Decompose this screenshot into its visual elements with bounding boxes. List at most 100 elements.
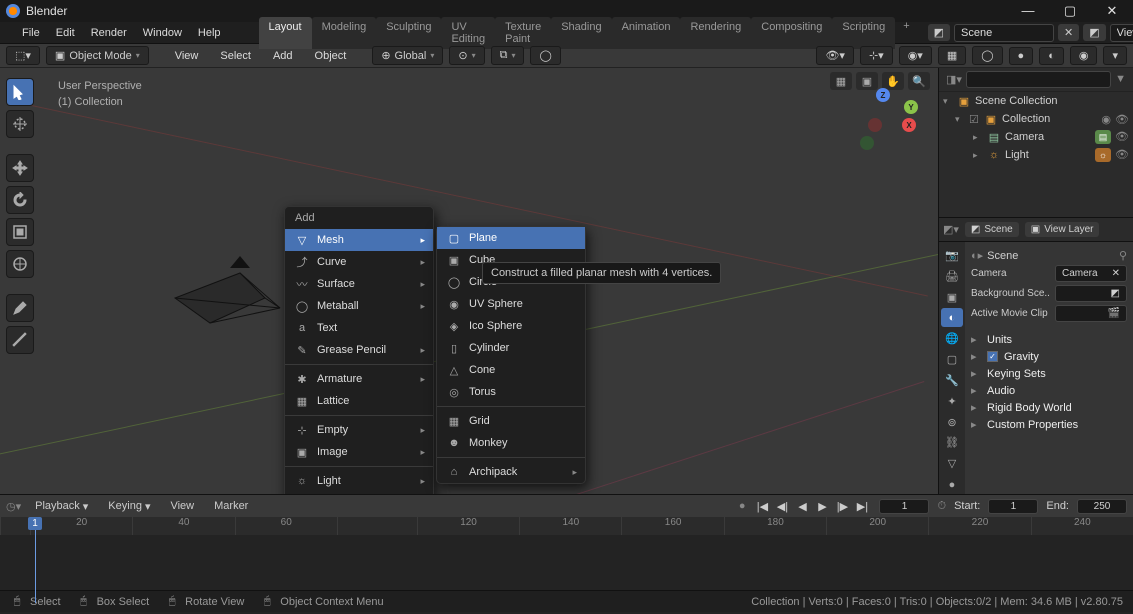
camera-data-icon[interactable]: ▤ [1095,130,1111,144]
tab-compositing[interactable]: Compositing [751,17,832,49]
add-menu-item-light[interactable]: ☼Light [285,470,433,492]
section-keying-sets[interactable]: ▸Keying Sets [971,365,1127,382]
mesh-menu-item-ico-sphere[interactable]: ◈Ico Sphere [437,315,585,337]
tab-particles-icon[interactable]: ✦ [941,392,963,411]
outliner-item-light[interactable]: ▸ ☼ Light ☼👁 [939,146,1133,164]
axis-z[interactable]: Z [876,88,890,102]
axis-neg-y[interactable] [860,136,874,150]
keying-menu[interactable]: Keying ▾ [102,498,156,515]
snap-dropdown[interactable]: ⧉ [491,46,525,65]
playback-menu[interactable]: Playback ▾ [29,498,94,515]
add-menu-item-text[interactable]: aText [285,317,433,339]
tab-uv-editing[interactable]: UV Editing [441,17,495,49]
camera-view-icon[interactable]: ▦ [830,72,852,90]
play-icon[interactable]: ▶ [813,498,831,514]
shading-wireframe-icon[interactable]: ◯ [972,46,1002,65]
tab-texture-paint[interactable]: Texture Paint [495,17,551,49]
menu-window[interactable]: Window [135,24,190,42]
tab-modifiers-icon[interactable]: 🔧 [941,371,963,390]
camera-object[interactable] [170,268,290,351]
rotate-tool[interactable] [6,186,34,214]
xray-icon[interactable]: ▦ [938,46,966,65]
orientation-dropdown[interactable]: ⊕ Global [372,46,443,65]
tab-object-icon[interactable]: ▢ [941,350,963,369]
tab-data-icon[interactable]: ▽ [941,454,963,473]
mesh-menu-item-plane[interactable]: ▢Plane [437,227,585,249]
add-menu-item-lattice[interactable]: ▦Lattice [285,390,433,412]
tab-physics-icon[interactable]: ⊚ [941,413,963,432]
timeline-view-menu[interactable]: View [164,498,200,514]
keyframe-next-icon[interactable]: |▶ [833,498,851,514]
shading-matpreview-icon[interactable]: ◐ [1039,47,1064,65]
timeline-type-icon[interactable]: ◷▾ [6,500,21,513]
add-menu-item-surface[interactable]: 〰Surface [285,273,433,295]
close-button[interactable]: ✕ [1097,3,1127,19]
autokey-icon[interactable]: ● [739,500,746,512]
add-menu-item-metaball[interactable]: ◯Metaball [285,295,433,317]
add-menu-item-armature[interactable]: ✱Armature [285,368,433,390]
marker-menu[interactable]: Marker [208,498,254,514]
tab-shading[interactable]: Shading [551,17,611,49]
timeline-track[interactable]: 20 40 60 120 140 160 180 200 220 240 1 [0,517,1133,590]
measure-tool[interactable] [6,326,34,354]
sync-icon[interactable]: ⏱ [937,500,946,513]
section-units[interactable]: ▸Units [971,331,1127,348]
menu-view[interactable]: View [167,47,207,65]
section-gravity[interactable]: ▸✓Gravity [971,348,1127,365]
camera-field[interactable]: Camera ✕ [1055,265,1127,282]
menu-help[interactable]: Help [190,24,229,42]
section-custom-props[interactable]: ▸Custom Properties [971,416,1127,433]
annotate-tool[interactable] [6,294,34,322]
gizmo-icon[interactable]: ⊹▾ [860,46,893,65]
section-rigid-body[interactable]: ▸Rigid Body World [971,399,1127,416]
viewlayer-browse-icon[interactable]: ◩ [1083,24,1105,41]
end-frame-field[interactable]: 250 [1077,499,1127,514]
tab-material-icon[interactable]: ● [941,475,963,494]
menu-object[interactable]: Object [307,47,355,65]
viewlayer-name-field[interactable] [1110,24,1133,42]
jump-end-icon[interactable]: ▶| [853,498,871,514]
scene-name-field[interactable] [954,24,1054,42]
scene-remove-icon[interactable]: ✕ [1058,24,1079,41]
mesh-menu-item-torus[interactable]: ◎Torus [437,381,585,403]
section-audio[interactable]: ▸Audio [971,382,1127,399]
pin-icon[interactable]: ⚲ [1119,249,1127,262]
axis-x[interactable]: X [902,118,916,132]
move-tool[interactable] [6,154,34,182]
mode-dropdown[interactable]: ▣ Object Mode [46,46,149,65]
mesh-menu-item-uv-sphere[interactable]: ◉UV Sphere [437,293,585,315]
mesh-menu-item-cone[interactable]: △Cone [437,359,585,381]
tab-world-icon[interactable]: 🌐 [941,329,963,348]
axis-y[interactable]: Y [904,100,918,114]
outliner-collection[interactable]: ▾ ☑ ▣ Collection ◉ 👁 [939,110,1133,128]
menu-edit[interactable]: Edit [48,24,83,42]
current-frame-field[interactable]: 1 [879,499,929,514]
outliner-type-icon[interactable]: ◨▾ [942,71,966,88]
viewlayer-button[interactable]: ▣ View Layer [1025,222,1100,237]
cursor-tool[interactable] [6,110,34,138]
scene-button[interactable]: ◩ Scene [965,222,1019,237]
menu-select[interactable]: Select [212,47,259,65]
mesh-menu-item-grid[interactable]: ▦Grid [437,410,585,432]
editor-type-icon[interactable]: ⬚▾ [6,46,40,65]
add-menu-item-empty[interactable]: ⊹Empty [285,419,433,441]
outliner-item-camera[interactable]: ▸ ▤ Camera ▤👁 [939,128,1133,146]
tab-constraints-icon[interactable]: ⛓ [941,433,963,452]
add-menu-item-grease-pencil[interactable]: ✎Grease Pencil [285,339,433,361]
shading-rendered-icon[interactable]: ◉ [1070,46,1098,65]
props-editor-icon[interactable]: ◩▾ [943,223,959,236]
outliner-scene-collection[interactable]: ▾ ▣ Scene Collection [939,92,1133,110]
start-frame-field[interactable]: 1 [988,499,1038,514]
overlays-icon[interactable]: ◉▾ [899,46,932,65]
tab-output-icon[interactable]: 🖨 [941,267,963,286]
outliner-search-input[interactable] [966,71,1111,88]
play-reverse-icon[interactable]: ◀ [793,498,811,514]
menu-file[interactable]: File [14,24,48,42]
filter-icon[interactable]: ▼ [1111,71,1130,88]
keyframe-prev-icon[interactable]: ◀| [773,498,791,514]
transform-tool[interactable] [6,250,34,278]
restrict-toggle-icon[interactable]: ◉ [1101,113,1111,126]
maximize-button[interactable]: ▢ [1055,3,1085,19]
light-data-icon[interactable]: ☼ [1095,148,1111,162]
tab-render-icon[interactable]: 📷 [941,246,963,265]
